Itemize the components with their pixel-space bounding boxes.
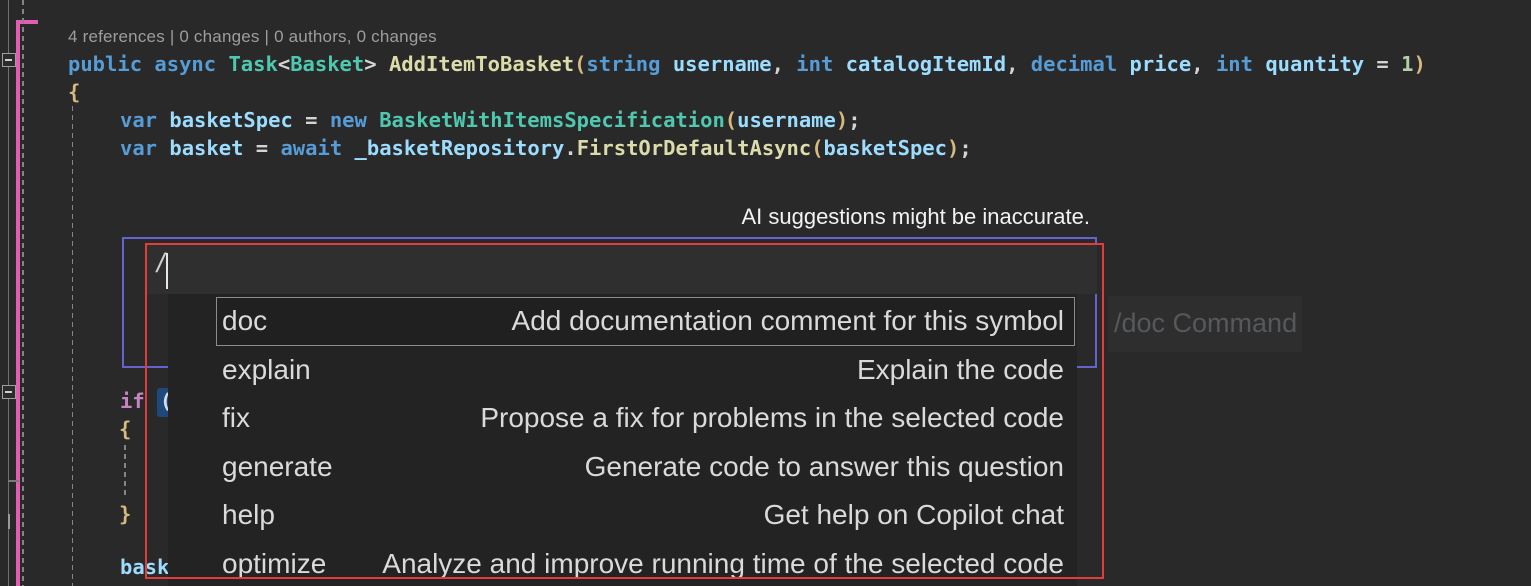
code-line: bask [120,553,169,581]
menu-item-description: Get help on Copilot chat [764,499,1064,531]
change-tracking-bar-top [16,20,38,24]
codelens-references[interactable]: 4 references | 0 changes | 0 authors, 0 … [68,27,437,47]
fold-collapse-icon [5,391,12,393]
menu-item-command: generate [222,451,333,483]
menu-item-help[interactable]: help Get help on Copilot chat [216,491,1075,540]
code-line: public async Task<Basket> AddItemToBaske… [68,50,1426,78]
text-cursor [166,253,168,289]
menu-item-command: help [222,499,275,531]
code-line: { [119,415,131,443]
fold-end-tick [8,514,11,529]
indent-guide-if-block [124,445,126,498]
menu-item-description: Propose a fix for problems in the select… [480,402,1064,434]
indent-guide-outer [22,0,24,586]
menu-item-description: Generate code to answer this question [585,451,1064,483]
inline-chat-input[interactable]: / [147,245,1097,294]
menu-item-command: doc [222,305,267,337]
menu-item-description: Add documentation comment for this symbo… [512,305,1064,337]
indent-guide-method [72,106,74,586]
fold-collapse-icon [5,59,12,61]
code-line: } [119,500,131,528]
fold-marker-method[interactable] [2,53,16,67]
menu-item-command: optimize [222,548,326,580]
code-line: var basketSpec = new BasketWithItemsSpec… [120,106,861,134]
code-line: { [68,78,80,106]
command-preview: /doc Command [1108,296,1302,352]
menu-item-description: Explain the code [857,354,1064,386]
menu-item-explain[interactable]: explain Explain the code [216,346,1075,395]
fold-end-tick [8,480,19,482]
change-tracking-bar [16,20,20,586]
fold-marker-if[interactable] [2,385,16,399]
menu-item-command: fix [222,402,250,434]
menu-item-description: Analyze and improve running time of the … [382,548,1064,580]
menu-item-generate[interactable]: generate Generate code to answer this que… [216,443,1075,492]
slash-command-menu: doc Add documentation comment for this sy… [168,294,1077,586]
code-line: var basket = await _basketRepository.Fir… [120,134,972,162]
outline-guide-line [8,0,10,586]
menu-item-optimize[interactable]: optimize Analyze and improve running time… [216,540,1075,586]
menu-item-command: explain [222,354,311,386]
code-editor: 4 references | 0 changes | 0 authors, 0 … [0,0,1531,586]
menu-item-doc[interactable]: doc Add documentation comment for this sy… [216,297,1075,346]
menu-item-fix[interactable]: fix Propose a fix for problems in the sel… [216,394,1075,443]
ai-disclaimer: AI suggestions might be inaccurate. [741,204,1090,230]
